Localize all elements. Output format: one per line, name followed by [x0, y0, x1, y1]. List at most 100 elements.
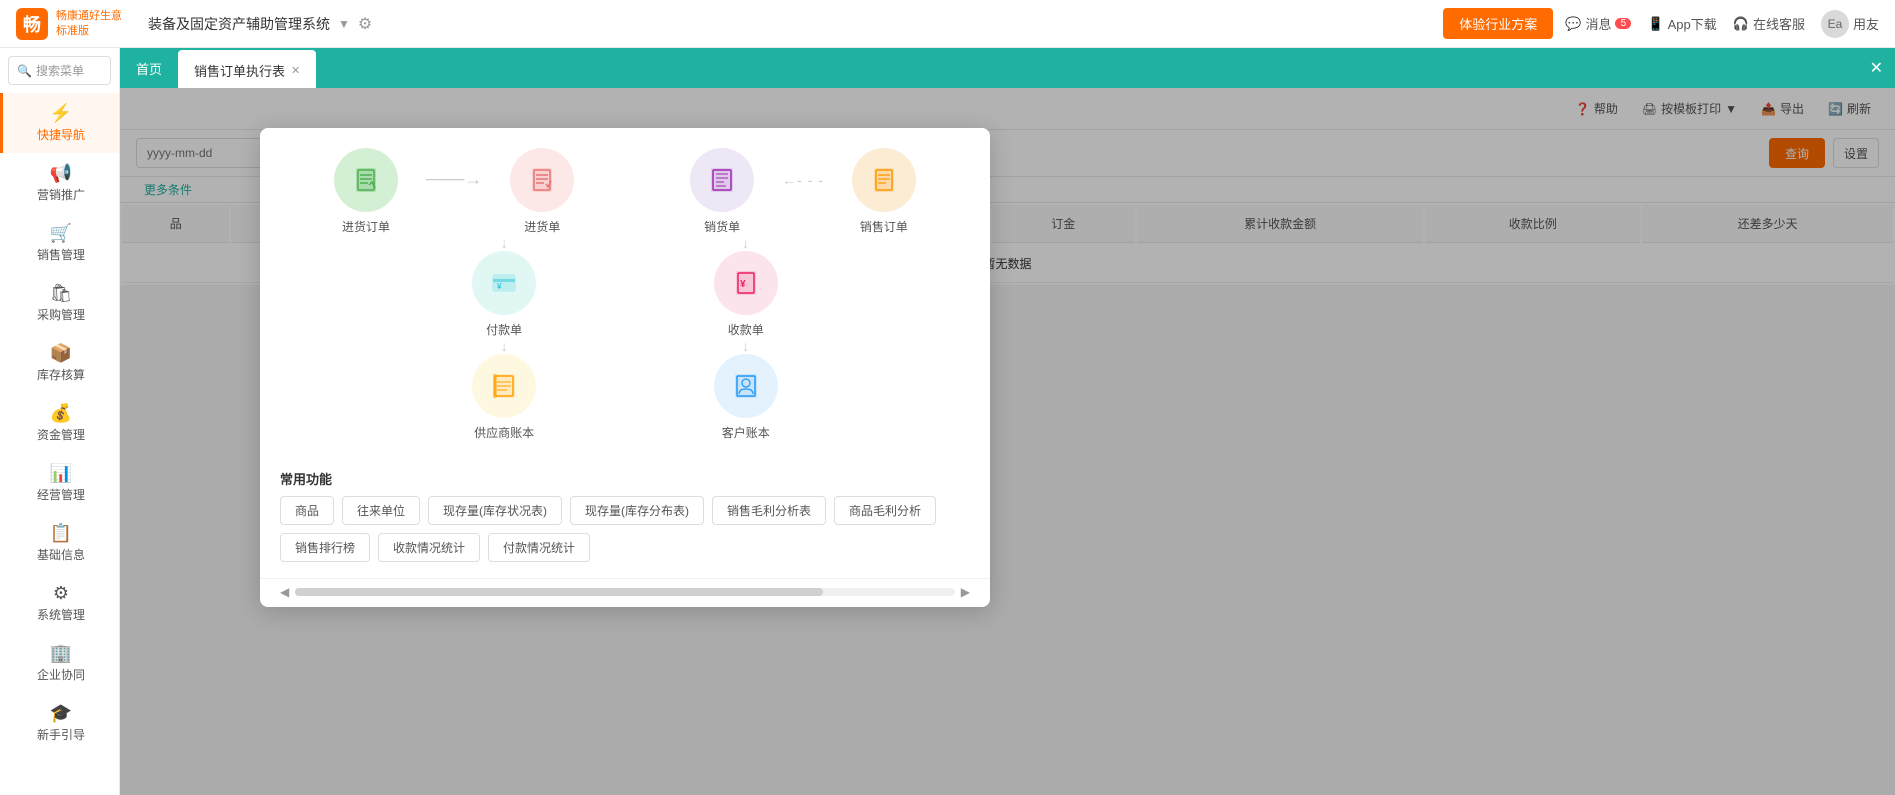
- sidebar-item-finance[interactable]: 💰 资金管理: [0, 393, 119, 453]
- service-icon: 🎧: [1733, 16, 1749, 32]
- window-close-icon[interactable]: ✕: [1870, 60, 1883, 77]
- func-btn-receipt-stats[interactable]: 收款情况统计: [378, 533, 480, 562]
- func-btn-goods[interactable]: 商品: [280, 496, 334, 525]
- sales-order-circle: [852, 148, 916, 212]
- arrow-1: ───→: [426, 169, 482, 214]
- logo-text: 畅康通好生意 标准版: [56, 9, 122, 38]
- app-container: 畅 畅康通好生意 标准版 装备及固定资产辅助管理系统 ▼ ⚙ 体验行业方案 💬 …: [0, 0, 1895, 795]
- online-service-action[interactable]: 🎧 在线客服: [1733, 14, 1805, 33]
- flow-node-customer-ledger[interactable]: 客户账本: [714, 354, 778, 441]
- svg-text:¥: ¥: [496, 282, 502, 291]
- flow-node-sales-order[interactable]: 销售订单: [852, 148, 916, 235]
- sales-bill-label: 销货单: [704, 218, 740, 235]
- message-badge: 5: [1615, 18, 1631, 29]
- func-btn-goods-margin[interactable]: 商品毛利分析: [834, 496, 936, 525]
- sidebar-item-quick-nav[interactable]: ⚡ 快捷导航: [0, 93, 119, 153]
- sales-bill-circle: [690, 148, 754, 212]
- flow-node-payment[interactable]: ¥ 付款单: [472, 251, 536, 338]
- tab-close-icon[interactable]: ✕: [291, 64, 300, 77]
- sidebar-item-newbie[interactable]: 🎓 新手引导: [0, 693, 119, 753]
- sidebar-nav: ⚡ 快捷导航 📢 营销推广 🛒 销售管理 🛍 采购管理 📦 库存核算: [0, 93, 119, 795]
- newbie-icon: 🎓: [50, 703, 72, 724]
- flow-node-receipt[interactable]: ¥ 收款单: [714, 251, 778, 338]
- flow-node-supplier-ledger[interactable]: 供应商账本: [472, 354, 536, 441]
- download-icon: 📱: [1647, 16, 1663, 32]
- settings-icon[interactable]: ⚙: [358, 14, 372, 34]
- sidebar-item-marketing[interactable]: 📢 营销推广: [0, 153, 119, 213]
- sidebar-item-enterprise[interactable]: 🏢 企业协同: [0, 633, 119, 693]
- supplier-ledger-label: 供应商账本: [474, 424, 534, 441]
- sidebar-item-basic-info[interactable]: 📋 基础信息: [0, 513, 119, 573]
- down-arrow-2: ↓: [714, 235, 778, 251]
- arrow-2: ←- - -: [782, 172, 824, 212]
- quick-nav-icon: ⚡: [50, 103, 72, 124]
- flow-rows-container: 进货订单 ───→: [300, 148, 950, 441]
- sidebar-item-operation[interactable]: 📊 经营管理: [0, 453, 119, 513]
- svg-text:¥: ¥: [740, 279, 746, 290]
- flow-node-sales-bill[interactable]: 销货单: [690, 148, 754, 235]
- basic-info-icon: 📋: [50, 523, 72, 544]
- finance-icon: 💰: [50, 403, 72, 424]
- title-dropdown-icon[interactable]: ▼: [338, 17, 350, 31]
- func-btn-stock-distribution[interactable]: 现存量(库存分布表): [570, 496, 704, 525]
- sidebar-item-inventory[interactable]: 📦 库存核算: [0, 333, 119, 393]
- search-icon: 🔍: [17, 64, 32, 78]
- logo-area: 畅 畅康通好生意 标准版: [16, 8, 136, 40]
- system-icon: ⚙: [53, 583, 69, 604]
- flow-row-arrows-2: ↓ ↓: [300, 338, 950, 354]
- modal-dialog: 进货订单 ───→: [260, 128, 990, 607]
- func-btn-payment-stats[interactable]: 付款情况统计: [488, 533, 590, 562]
- flow-node-purchase-order[interactable]: 进货订单: [334, 148, 398, 235]
- customer-ledger-circle: [714, 354, 778, 418]
- scroll-left-icon[interactable]: ◀: [280, 585, 289, 599]
- payment-label: 付款单: [486, 321, 522, 338]
- page-content: ❓ 帮助 🖨 按模板打印 ▼ 📤 导出 🔄 刷新: [120, 88, 1895, 795]
- operation-icon: 📊: [50, 463, 72, 484]
- marketing-icon: 📢: [50, 163, 72, 184]
- logo-icon: 畅: [16, 8, 48, 40]
- top-actions: 💬 消息 5 📱 App下载 🎧 在线客服 Ea 用友: [1565, 10, 1879, 38]
- func-btn-stock-status[interactable]: 现存量(库存状况表): [428, 496, 562, 525]
- sidebar-item-system[interactable]: ⚙ 系统管理: [0, 573, 119, 633]
- flow-node-purchase-bill[interactable]: 进货单: [510, 148, 574, 235]
- receipt-circle: ¥: [714, 251, 778, 315]
- common-functions-title: 常用功能: [280, 469, 970, 488]
- down-arrow-1: ↓: [472, 235, 536, 251]
- sidebar-item-sales[interactable]: 🛒 销售管理: [0, 213, 119, 273]
- flow-diagram-area: 进货订单 ───→: [260, 128, 990, 461]
- common-functions-area: 常用功能 商品 往来单位 现存量(库存状况表) 现存量(库存分布表) 销售毛利分…: [260, 461, 990, 578]
- func-btn-sales-margin[interactable]: 销售毛利分析表: [712, 496, 826, 525]
- user-action[interactable]: Ea 用友: [1821, 10, 1879, 38]
- purchase-bill-label: 进货单: [524, 218, 560, 235]
- user-avatar: Ea: [1821, 10, 1849, 38]
- enterprise-icon: 🏢: [50, 643, 72, 664]
- content-area: 首页 销售订单执行表 ✕ ✕ ❓ 帮助: [120, 48, 1895, 795]
- message-action[interactable]: 💬 消息 5: [1565, 14, 1631, 33]
- trial-button[interactable]: 体验行业方案: [1443, 8, 1553, 39]
- modal-scrollbar: ◀ ▶: [260, 578, 990, 607]
- customer-ledger-label: 客户账本: [722, 424, 770, 441]
- func-buttons-row-1: 商品 往来单位 现存量(库存状况表) 现存量(库存分布表) 销售毛利分析表 商品…: [280, 496, 970, 525]
- down-arrow-3: ↓: [472, 338, 536, 354]
- func-btn-sales-ranking[interactable]: 销售排行榜: [280, 533, 370, 562]
- tab-home[interactable]: 首页: [120, 48, 178, 88]
- sidebar-item-purchase[interactable]: 🛍 采购管理: [0, 273, 119, 333]
- tab-window-close[interactable]: ✕: [1870, 58, 1895, 78]
- down-arrow-4: ↓: [714, 338, 778, 354]
- func-buttons-row-2: 销售排行榜 收款情况统计 付款情况统计: [280, 533, 970, 562]
- main-area: 🔍 搜索菜单 ⚡ 快捷导航 📢 营销推广 🛒 销售管理 🛍: [0, 48, 1895, 795]
- func-btn-counterpart[interactable]: 往来单位: [342, 496, 420, 525]
- modal-overlay[interactable]: 进货订单 ───→: [120, 88, 1895, 795]
- scroll-right-icon[interactable]: ▶: [961, 585, 970, 599]
- inventory-icon: 📦: [50, 343, 72, 364]
- purchase-order-label: 进货订单: [342, 218, 390, 235]
- top-bar: 畅 畅康通好生意 标准版 装备及固定资产辅助管理系统 ▼ ⚙ 体验行业方案 💬 …: [0, 0, 1895, 48]
- sidebar-search-button[interactable]: 🔍 搜索菜单: [8, 56, 111, 85]
- message-icon: 💬: [1565, 16, 1581, 32]
- scrollbar-track[interactable]: [295, 588, 955, 596]
- flow-row-3: 供应商账本: [300, 354, 950, 441]
- flow-row-2: ¥ 付款单: [300, 251, 950, 338]
- app-download-action[interactable]: 📱 App下载: [1647, 14, 1716, 33]
- tab-bar: 首页 销售订单执行表 ✕ ✕: [120, 48, 1895, 88]
- tab-sales-orders[interactable]: 销售订单执行表 ✕: [178, 50, 316, 90]
